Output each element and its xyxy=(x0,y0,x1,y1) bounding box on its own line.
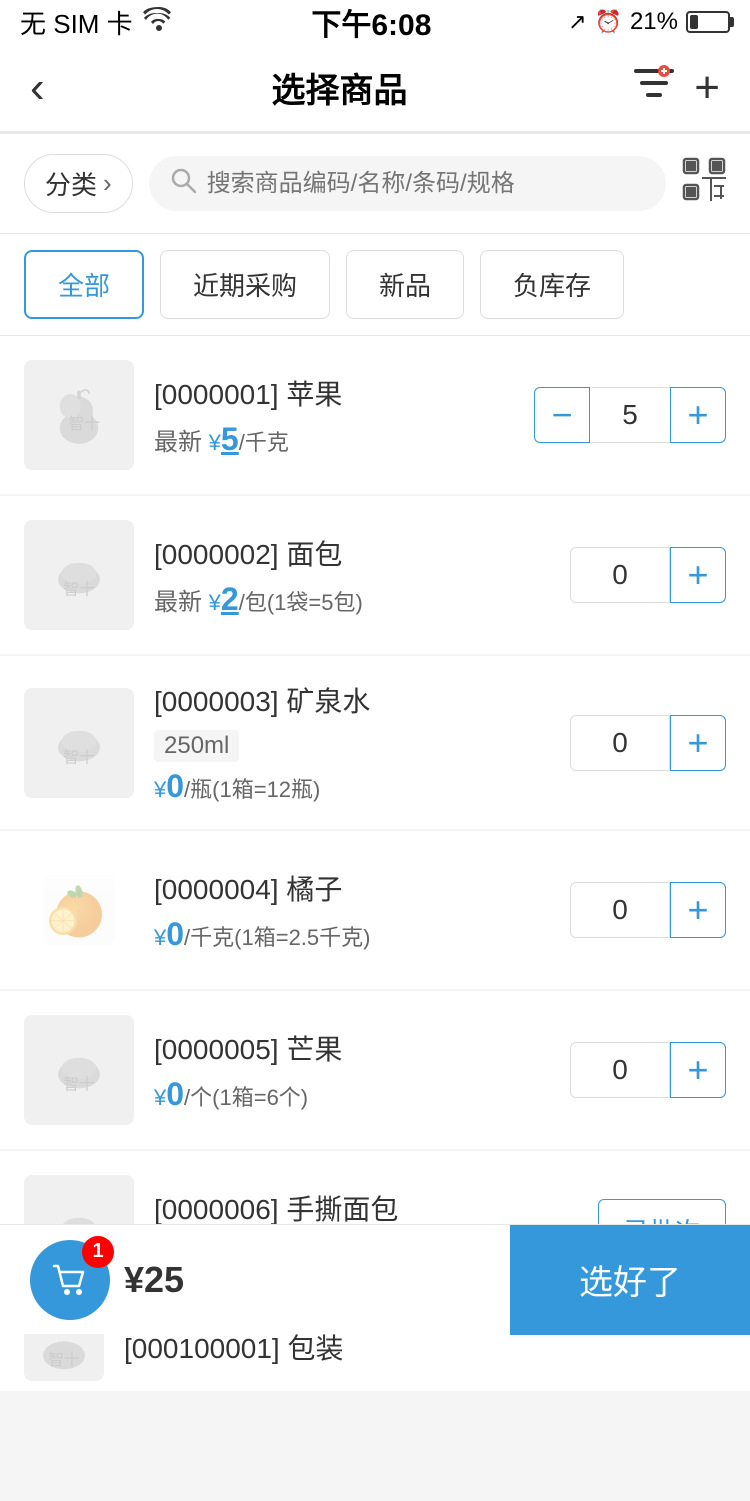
scan-icon[interactable] xyxy=(682,157,726,210)
list-item: 智十 [0000003] 矿泉水 250ml ¥0/瓶(1箱=12瓶) + xyxy=(0,656,750,829)
cart-badge: 1 xyxy=(82,1236,114,1268)
list-item: 智十 [0000005] 芒果 ¥0/个(1箱=6个) + xyxy=(0,991,750,1149)
back-button[interactable]: ‹ xyxy=(30,63,45,113)
battery-percent: 21% xyxy=(630,8,678,36)
quantity-control: + xyxy=(570,715,726,771)
tabs-row: 全部 近期采购 新品 负库存 xyxy=(0,234,750,336)
status-left: 无 SIM 卡 xyxy=(20,4,175,41)
product-thumbnail: 智十 xyxy=(24,520,134,630)
cart-total: ¥25 xyxy=(124,1259,184,1301)
product-price: ¥0/瓶(1箱=12瓶) xyxy=(154,768,550,805)
product-info: [0000003] 矿泉水 250ml ¥0/瓶(1箱=12瓶) xyxy=(154,680,550,805)
product-info: [0000002] 面包 最新 ¥2/包(1袋=5包) xyxy=(154,533,550,618)
list-item: [0000004] 橘子 ¥0/千克(1箱=2.5千克) + xyxy=(0,831,750,989)
product-name: [0000006] 手撕面包 xyxy=(154,1188,578,1228)
category-button[interactable]: 分类 › xyxy=(24,154,133,213)
status-right: ↗ ⏰ 21% xyxy=(568,8,730,36)
product-price: ¥0/个(1箱=6个) xyxy=(154,1076,550,1113)
product-info: [0000001] 苹果 最新 ¥5/千克 xyxy=(154,373,514,458)
search-box xyxy=(149,156,666,211)
quantity-decrease-button[interactable]: − xyxy=(534,387,590,443)
confirm-button[interactable]: 选好了 xyxy=(510,1225,750,1335)
carrier-label: 无 SIM 卡 xyxy=(20,4,133,41)
alarm-icon: ⏰ xyxy=(595,9,622,35)
status-time: 下午6:08 xyxy=(311,0,431,44)
quantity-control: − + xyxy=(534,387,726,443)
nav-bar: ‹ 选择商品 + xyxy=(0,44,750,132)
quantity-control: + xyxy=(570,882,726,938)
product-spec: 250ml xyxy=(154,730,239,762)
page-title: 选择商品 xyxy=(271,63,407,112)
tab-recent[interactable]: 近期采购 xyxy=(160,250,330,319)
bottom-bar: 1 ¥25 选好了 xyxy=(0,1224,750,1334)
quantity-increase-button[interactable]: + xyxy=(670,882,726,938)
quantity-control: + xyxy=(570,1042,726,1098)
search-input[interactable] xyxy=(207,170,646,198)
list-item: 智十 [0000001] 苹果 最新 ¥5/千克 − + xyxy=(0,336,750,494)
chevron-right-icon: › xyxy=(103,168,112,199)
quantity-control: + xyxy=(570,547,726,603)
quantity-increase-button[interactable]: + xyxy=(670,715,726,771)
battery-icon xyxy=(686,11,730,33)
nav-left: ‹ xyxy=(30,63,45,113)
cart-area: 1 ¥25 xyxy=(0,1240,510,1320)
location-icon: ↗ xyxy=(568,9,586,35)
product-name: [0000001] 苹果 xyxy=(154,373,514,413)
product-info: [0000004] 橘子 ¥0/千克(1箱=2.5千克) xyxy=(154,868,550,953)
nav-right: + xyxy=(634,63,720,113)
wifi-icon xyxy=(143,7,175,38)
quantity-increase-button[interactable]: + xyxy=(670,1042,726,1098)
svg-text:智十: 智十 xyxy=(69,415,101,433)
product-info: [0000005] 芒果 ¥0/个(1箱=6个) xyxy=(154,1028,550,1113)
tab-new-label: 新品 xyxy=(379,271,431,301)
category-label: 分类 xyxy=(45,165,97,202)
tab-all-label: 全部 xyxy=(58,271,110,301)
quantity-increase-button[interactable]: + xyxy=(670,547,726,603)
product-info: [000100001] 包装 xyxy=(124,1327,726,1375)
list-item: 智十 [0000002] 面包 最新 ¥2/包(1袋=5包) + xyxy=(0,496,750,654)
search-icon xyxy=(169,166,197,201)
svg-text:智十: 智十 xyxy=(48,1351,80,1369)
filter-row: 分类 › xyxy=(0,134,750,234)
quantity-increase-button[interactable]: + xyxy=(670,387,726,443)
svg-text:智十: 智十 xyxy=(63,580,95,598)
product-price: 最新 ¥5/千克 xyxy=(154,421,514,458)
svg-text:智十: 智十 xyxy=(63,1075,95,1093)
add-button[interactable]: + xyxy=(694,63,720,113)
product-price: ¥0/千克(1箱=2.5千克) xyxy=(154,916,550,953)
svg-text:智十: 智十 xyxy=(63,748,95,766)
product-name: [0000004] 橘子 xyxy=(154,868,550,908)
status-bar: 无 SIM 卡 下午6:08 ↗ ⏰ 21% xyxy=(0,0,750,44)
cart-button[interactable]: 1 xyxy=(30,1240,110,1320)
tab-new[interactable]: 新品 xyxy=(346,250,464,319)
tab-recent-label: 近期采购 xyxy=(193,271,297,301)
quantity-input[interactable] xyxy=(570,882,670,938)
quantity-input[interactable] xyxy=(570,1042,670,1098)
tab-negative-label: 负库存 xyxy=(513,271,591,301)
product-thumbnail: 智十 xyxy=(24,688,134,798)
quantity-input[interactable] xyxy=(570,715,670,771)
product-thumbnail: 智十 xyxy=(24,1015,134,1125)
filter-icon[interactable] xyxy=(634,65,674,110)
product-name: [0000005] 芒果 xyxy=(154,1028,550,1068)
tab-all[interactable]: 全部 xyxy=(24,250,144,319)
quantity-input[interactable] xyxy=(570,547,670,603)
quantity-input[interactable] xyxy=(590,387,670,443)
product-thumbnail xyxy=(24,855,134,965)
tab-negative[interactable]: 负库存 xyxy=(480,250,624,319)
product-name: [0000003] 矿泉水 xyxy=(154,680,550,720)
product-price: 最新 ¥2/包(1袋=5包) xyxy=(154,581,550,618)
product-name: [0000002] 面包 xyxy=(154,533,550,573)
product-thumbnail: 智十 xyxy=(24,360,134,470)
